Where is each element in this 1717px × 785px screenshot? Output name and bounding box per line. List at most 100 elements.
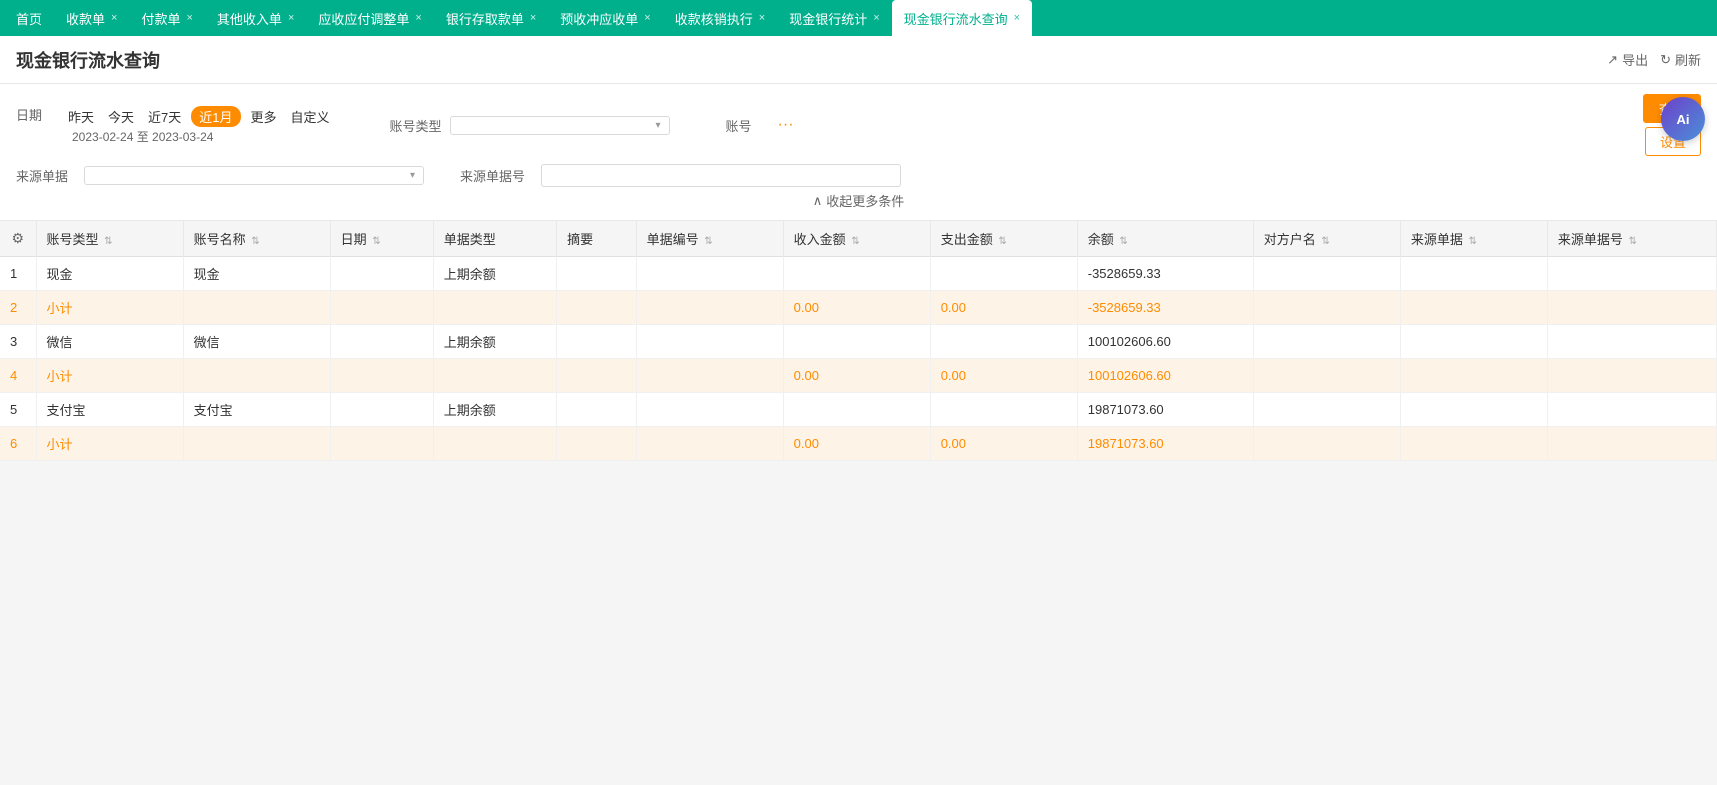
nav-label-cash-stats: 现金银行统计 [789,9,867,28]
date-options: 昨天 今天 近7天 近1月 更多 自定义 [64,105,334,128]
table-row[interactable]: 4小计0.000.00100102606.60 [0,359,1717,393]
doc-type-cell [433,427,556,461]
source-doc-no-cell [1547,325,1716,359]
source-doc-select[interactable]: ▾ [84,166,424,185]
col-account-type[interactable]: 账号类型 ⇅ [36,221,183,257]
top-navigation: 首页 收款单 × 付款单 × 其他收入单 × 应收应付调整单 × 银行存取款单 … [0,0,1717,36]
date-option-1month[interactable]: 近1月 [191,106,240,127]
nav-item-cash-stats[interactable]: 现金银行统计 × [777,0,891,36]
col-settings[interactable]: ⚙ [0,221,36,257]
col-doc-type: 单据类型 [433,221,556,257]
nav-item-home[interactable]: 首页 [4,0,54,36]
close-icon-other-income[interactable]: × [288,12,294,24]
export-label: 导出 [1622,50,1648,69]
date-option-more[interactable]: 更多 [247,105,281,128]
account-type-cell: 现金 [36,257,183,291]
refresh-icon: ↻ [1660,52,1671,68]
col-source-doc[interactable]: 来源单据 ⇅ [1400,221,1547,257]
filter-row-source: 来源单据 ▾ 来源单据号 [16,164,1701,187]
collapse-up-icon: ∧ [813,193,823,209]
col-doc-type-label: 单据类型 [444,232,496,247]
account-no-dots-button[interactable]: ··· [774,116,798,134]
balance-cell: -3528659.33 [1077,257,1253,291]
source-doc-cell [1400,427,1547,461]
col-counterpart[interactable]: 对方户名 ⇅ [1253,221,1400,257]
col-balance-label: 余额 [1088,232,1114,247]
nav-item-prepay[interactable]: 预收冲应收单 × [548,0,662,36]
nav-label-receipt: 收款单 [66,9,105,28]
source-doc-no-cell [1547,291,1716,325]
col-date[interactable]: 日期 ⇅ [330,221,433,257]
account-name-cell [183,291,330,325]
col-income[interactable]: 收入金额 ⇅ [783,221,930,257]
col-expense[interactable]: 支出金额 ⇅ [930,221,1077,257]
summary-cell [557,427,636,461]
col-counterpart-label: 对方户名 [1264,232,1316,247]
close-icon-payment[interactable]: × [186,12,192,24]
date-option-custom[interactable]: 自定义 [287,105,334,128]
data-table: ⚙ 账号类型 ⇅ 账号名称 ⇅ 日期 ⇅ 单据类型 摘要 [0,221,1717,461]
gear-icon[interactable]: ⚙ [11,230,24,246]
doc-type-cell: 上期余额 [433,257,556,291]
source-doc-cell [1400,325,1547,359]
doc-no-cell [636,291,783,325]
nav-item-ar-ap-adjust[interactable]: 应收应付调整单 × [306,0,433,36]
col-expense-label: 支出金额 [941,232,993,247]
page-title: 现金银行流水查询 [16,47,160,73]
col-balance[interactable]: 余额 ⇅ [1077,221,1253,257]
doc-no-cell [636,427,783,461]
col-source-doc-label: 来源单据 [1411,232,1463,247]
nav-item-bank-deposit[interactable]: 银行存取款单 × [434,0,548,36]
source-doc-no-input[interactable] [541,164,901,187]
row-num: 6 [0,427,36,461]
income-cell [783,257,930,291]
close-icon-writeoff[interactable]: × [759,12,765,24]
col-account-type-label: 账号类型 [47,232,99,247]
export-button[interactable]: ↗ 导出 [1607,50,1648,69]
date-option-yesterday[interactable]: 昨天 [64,105,98,128]
account-name-cell: 支付宝 [183,393,330,427]
date-option-today[interactable]: 今天 [104,105,138,128]
nav-item-receipt[interactable]: 收款单 × [54,0,129,36]
sort-icon-source-doc: ⇅ [1468,236,1476,247]
close-icon-receipt[interactable]: × [111,12,117,24]
row-num: 4 [0,359,36,393]
table-row[interactable]: 2小计0.000.00-3528659.33 [0,291,1717,325]
nav-item-payment[interactable]: 付款单 × [129,0,204,36]
col-summary: 摘要 [557,221,636,257]
sort-icon-counterpart: ⇅ [1321,236,1329,247]
summary-cell [557,359,636,393]
col-source-doc-no[interactable]: 来源单据号 ⇅ [1547,221,1716,257]
close-icon-bank-deposit[interactable]: × [530,12,536,24]
balance-cell: 19871073.60 [1077,427,1253,461]
sort-icon-account-name: ⇅ [251,236,259,247]
col-account-name[interactable]: 账号名称 ⇅ [183,221,330,257]
nav-item-other-income[interactable]: 其他收入单 × [205,0,306,36]
account-type-select[interactable]: ▾ [450,116,670,135]
source-doc-no-cell [1547,393,1716,427]
row-num: 3 [0,325,36,359]
expense-cell [930,325,1077,359]
ai-assistant-badge[interactable]: Ai [1661,97,1705,141]
date-option-7days[interactable]: 近7天 [144,105,185,128]
collapse-button[interactable]: ∧ 收起更多条件 [813,191,905,210]
close-icon-cash-flow[interactable]: × [1014,12,1020,24]
counterpart-cell [1253,325,1400,359]
table-row[interactable]: 1现金现金上期余额-3528659.33 [0,257,1717,291]
source-doc-no-cell [1547,359,1716,393]
nav-item-cash-flow[interactable]: 现金银行流水查询 × [892,0,1032,36]
table-row[interactable]: 6小计0.000.0019871073.60 [0,427,1717,461]
table-row[interactable]: 3微信微信上期余额100102606.60 [0,325,1717,359]
close-icon-ar-ap-adjust[interactable]: × [415,12,421,24]
table-row[interactable]: 5支付宝支付宝上期余额19871073.60 [0,393,1717,427]
close-icon-cash-stats[interactable]: × [873,12,879,24]
nav-label-other-income: 其他收入单 [217,9,282,28]
refresh-button[interactable]: ↻ 刷新 [1660,50,1701,69]
sort-icon-balance: ⇅ [1119,236,1127,247]
close-icon-prepay[interactable]: × [644,12,650,24]
nav-item-writeoff[interactable]: 收款核销执行 × [663,0,777,36]
source-doc-no-cell [1547,257,1716,291]
col-doc-no[interactable]: 单据编号 ⇅ [636,221,783,257]
page-header: 现金银行流水查询 ↗ 导出 ↻ 刷新 [0,36,1717,84]
balance-cell: 100102606.60 [1077,359,1253,393]
